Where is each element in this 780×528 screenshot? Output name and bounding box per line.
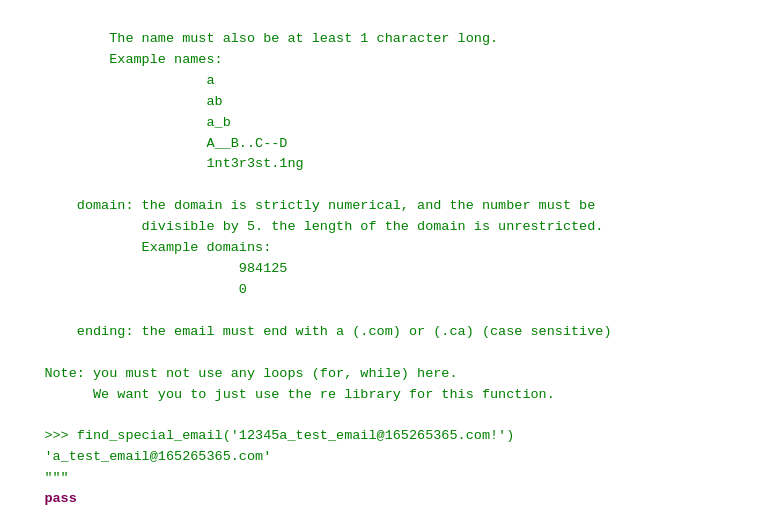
line-1: The name must also be at least 1 charact… xyxy=(12,31,498,46)
line-12: 0 xyxy=(12,282,247,297)
line-16: >>> find_special_email('12345a_test_emai… xyxy=(12,428,514,443)
line-18: """ xyxy=(12,470,69,485)
line-14: Note: you must not use any loops (for, w… xyxy=(12,366,458,381)
line-17: 'a_test_email@165265365.com' xyxy=(12,449,271,464)
line-6: A__B..C--D xyxy=(12,136,287,151)
keyword-pass: pass xyxy=(12,491,77,506)
line-9: divisible by 5. the length of the domain… xyxy=(12,219,603,234)
line-13: ending: the email must end with a (.com)… xyxy=(12,324,612,339)
code-content: The name must also be at least 1 charact… xyxy=(12,8,768,510)
line-4: ab xyxy=(12,94,223,109)
line-3: a xyxy=(12,73,215,88)
line-8: domain: the domain is strictly numerical… xyxy=(12,198,595,213)
line-2: Example names: xyxy=(12,52,223,67)
line-10: Example domains: xyxy=(12,240,271,255)
line-15: We want you to just use the re library f… xyxy=(12,387,555,402)
line-11: 984125 xyxy=(12,261,287,276)
line-7: 1nt3r3st.1ng xyxy=(12,156,304,171)
line-5: a_b xyxy=(12,115,231,130)
